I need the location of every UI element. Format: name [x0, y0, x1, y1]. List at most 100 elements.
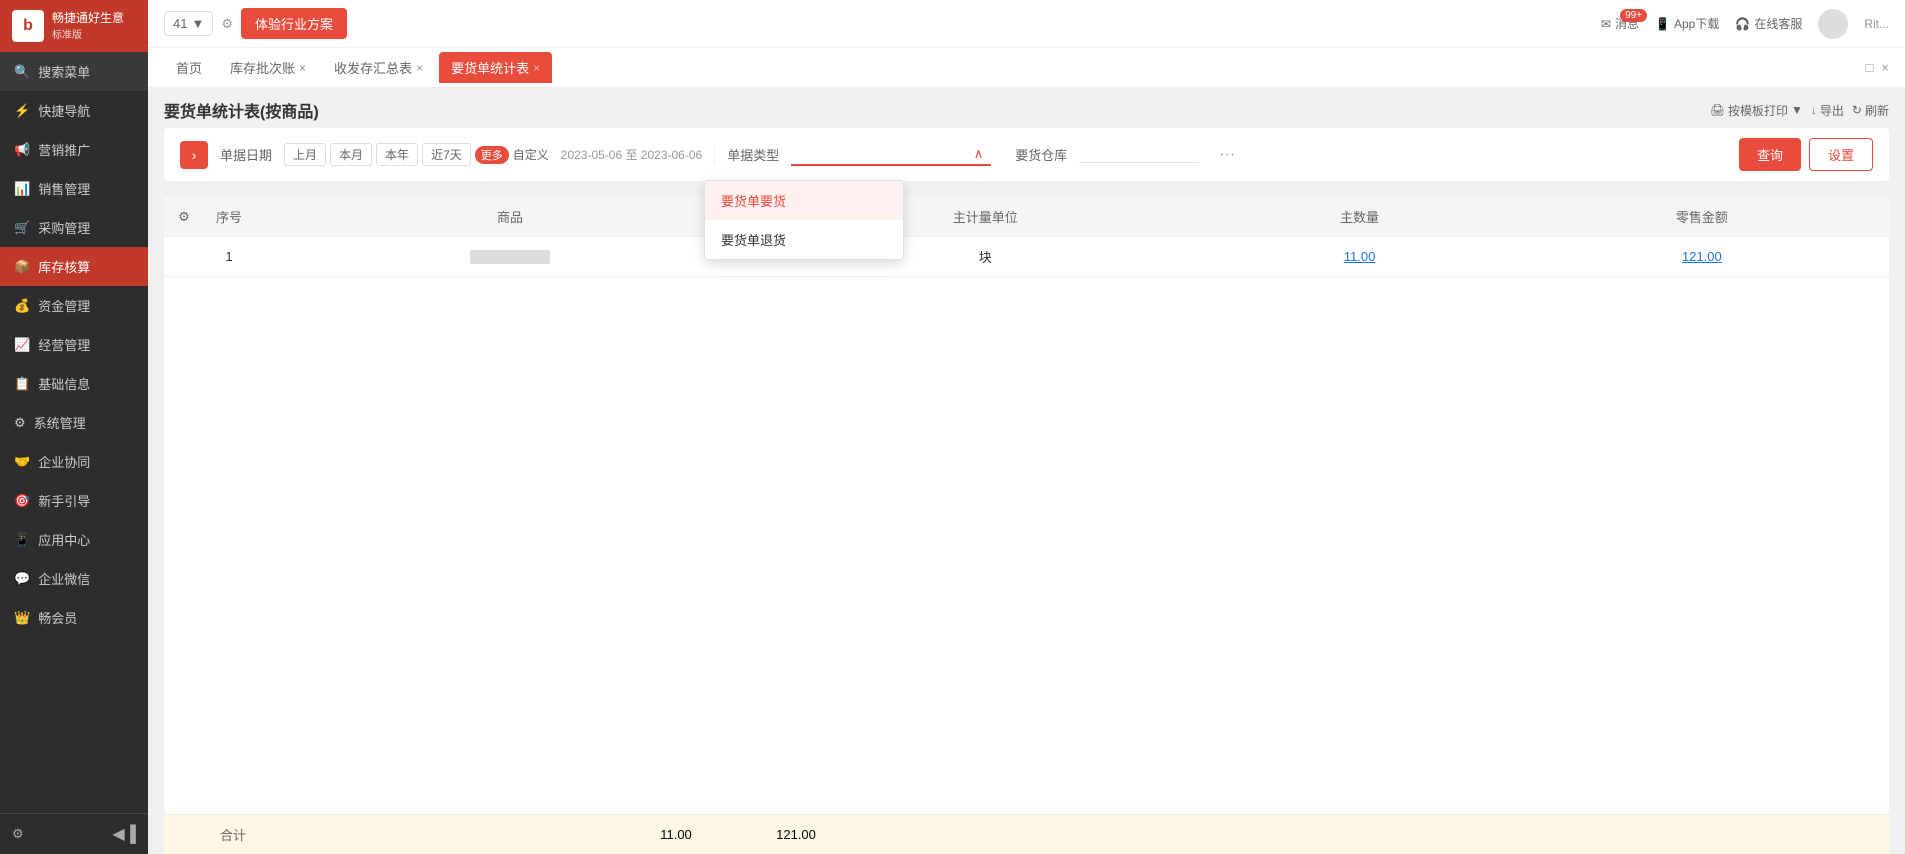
warehouse-filter-input[interactable] — [1079, 147, 1199, 163]
type-chevron-icon: ∧ — [974, 146, 984, 162]
filter-bar: › 单据日期 上月 本月 本年 近7天 更多 自定义 2023-05-06 至 … — [164, 128, 1889, 181]
export-label: 导出 — [1820, 102, 1844, 119]
footer-quantity — [496, 827, 616, 842]
enterprise-wechat-icon: 💬 — [14, 571, 30, 587]
type-filter-dropdown[interactable]: ∧ — [791, 144, 991, 166]
sidebar-item-enterprise-wechat[interactable]: 💬 企业微信 — [0, 559, 148, 598]
sidebar-item-marketing-promo[interactable]: 📢 营销推广 — [0, 130, 148, 169]
industry-solution-button[interactable]: 体验行业方案 — [241, 8, 347, 39]
sidebar-item-label: 资金管理 — [38, 296, 90, 315]
sidebar-item-label: 应用中心 — [38, 530, 90, 549]
window-close-button[interactable]: × — [1881, 60, 1889, 75]
tabs-controls: □ × — [1866, 60, 1889, 75]
sidebar-item-guide[interactable]: 🎯 新手引导 — [0, 481, 148, 520]
online-service-button[interactable]: 🎧 在线客服 — [1735, 15, 1802, 32]
tab-receipt-summary[interactable]: 收发存汇总表 × — [322, 52, 435, 83]
window-minimize-button[interactable]: □ — [1866, 60, 1874, 75]
purchase-icon: 🛒 — [14, 220, 30, 236]
search-icon: 🔍 — [14, 64, 30, 80]
tab-home[interactable]: 首页 — [164, 52, 214, 83]
sidebar-item-purchase[interactable]: 🛒 采购管理 — [0, 208, 148, 247]
tab-order-summary[interactable]: 要货单统计表 × — [439, 52, 552, 83]
sidebar-item-app-center[interactable]: 📱 应用中心 — [0, 520, 148, 559]
settings-icon-topbar[interactable]: ⚙ — [221, 16, 233, 32]
sidebar-footer: ⚙ ◀▐ — [0, 813, 148, 854]
app-download-button[interactable]: 📱 App下载 — [1655, 15, 1719, 32]
sidebar-item-label: 经营管理 — [38, 335, 90, 354]
sidebar-item-membership[interactable]: 👑 畅会员 — [0, 598, 148, 637]
date-custom-button[interactable]: 自定义 — [513, 146, 549, 163]
membership-icon: 👑 — [14, 610, 30, 626]
refresh-icon: ↻ — [1852, 103, 1862, 117]
table-header-row: ⚙ 序号 商品 主计量单位 主数量 零售金额 — [164, 197, 1889, 237]
user-avatar[interactable] — [1818, 9, 1848, 39]
footer-quantity-val: 11.00 — [616, 827, 736, 842]
inventory-icon: 📦 — [14, 259, 30, 275]
type-filter-label: 单据类型 — [727, 145, 779, 164]
cell-num: 1 — [204, 237, 254, 277]
sidebar-item-system[interactable]: ⚙ 系统管理 — [0, 403, 148, 442]
filter-expand-button[interactable]: › — [180, 141, 208, 169]
refresh-button[interactable]: ↻ 刷新 — [1852, 102, 1889, 119]
col-header-quantity: 主数量 — [1204, 197, 1514, 237]
date-btn-last-month[interactable]: 上月 — [284, 143, 326, 166]
cell-settings — [164, 237, 204, 277]
page-title: 要货单统计表(按商品) — [164, 98, 319, 122]
page-header: 要货单统计表(按商品) 🖨 按模板打印 ▼ ↓ 导出 ↻ 刷新 — [148, 88, 1905, 128]
col-header-num: 序号 — [204, 197, 254, 237]
sidebar-item-label: 新手引导 — [38, 491, 90, 510]
settings-icon[interactable]: ⚙ — [12, 826, 24, 842]
date-btn-this-year[interactable]: 本年 — [376, 143, 418, 166]
date-btn-last-7-days[interactable]: 近7天 — [422, 143, 471, 166]
print-template-button[interactable]: 🖨 按模板打印 ▼ — [1710, 102, 1803, 119]
print-chevron-icon: ▼ — [1791, 103, 1803, 117]
more-filters-button[interactable]: ··· — [1219, 146, 1235, 164]
marketing-icon: 📢 — [14, 142, 30, 158]
collapse-sidebar-button[interactable]: ◀▐ — [112, 824, 136, 844]
app-title: 畅捷通好生意 — [52, 11, 124, 27]
dropdown-item-order-purchase[interactable]: 要货单要货 — [705, 181, 903, 220]
online-service-label: 在线客服 — [1754, 15, 1802, 32]
sidebar-item-sales[interactable]: 📊 销售管理 — [0, 169, 148, 208]
sidebar-item-inventory[interactable]: 📦 库存核算 — [0, 247, 148, 286]
sidebar-item-label: 企业微信 — [38, 569, 90, 588]
tab-inventory-batch-close[interactable]: × — [299, 61, 306, 75]
data-table: ⚙ 序号 商品 主计量单位 主数量 零售金额 1 — [164, 197, 1889, 277]
warehouse-filter-label: 要货仓库 — [1015, 145, 1067, 164]
date-more-badge[interactable]: 更多 — [475, 146, 509, 164]
sidebar-item-shortcut[interactable]: ⚡ 快捷导航 — [0, 91, 148, 130]
print-icon: 🖨 — [1710, 103, 1725, 117]
tab-inventory-batch[interactable]: 库存批次账 × — [218, 52, 318, 83]
sidebar: b 畅捷通好生意 标准版 🔍 搜索菜单 ⚡ 快捷导航 📢 营销推广 📊 销售管理… — [0, 0, 148, 854]
app-branding: 畅捷通好生意 标准版 — [52, 11, 124, 42]
date-btn-this-month[interactable]: 本月 — [330, 143, 372, 166]
operations-icon: 📈 — [14, 337, 30, 353]
sidebar-item-label: 基础信息 — [38, 374, 90, 393]
basic-info-icon: 📋 — [14, 376, 30, 392]
export-button[interactable]: ↓ 导出 — [1811, 102, 1844, 119]
dropdown-item-label: 要货单退货 — [721, 233, 786, 248]
tab-order-summary-close[interactable]: × — [533, 61, 540, 75]
tab-home-label: 首页 — [176, 58, 202, 77]
footer-total-label: 合计 — [180, 825, 246, 844]
print-template-label: 按模板打印 — [1728, 102, 1788, 119]
company-select[interactable]: 41 ▼ — [164, 11, 213, 36]
sidebar-item-label: 库存核算 — [38, 257, 90, 276]
footer-values: 11.00 121.00 — [246, 827, 1873, 842]
dropdown-item-order-return[interactable]: 要货单退货 — [705, 220, 903, 259]
col-header-product: 商品 — [254, 197, 766, 237]
app-logo: b — [12, 10, 44, 42]
col-header-settings[interactable]: ⚙ — [164, 197, 204, 237]
sidebar-item-cooperation[interactable]: 🤝 企业协同 — [0, 442, 148, 481]
sidebar-item-basic-info[interactable]: 📋 基础信息 — [0, 364, 148, 403]
filter-settings-button[interactable]: 设置 — [1809, 138, 1873, 171]
query-button[interactable]: 查询 — [1739, 138, 1801, 171]
sidebar-item-finance[interactable]: 💰 资金管理 — [0, 286, 148, 325]
refresh-label: 刷新 — [1865, 102, 1889, 119]
message-button[interactable]: ✉ 消息 99+ — [1601, 15, 1639, 32]
sidebar-item-label: 系统管理 — [34, 413, 86, 432]
sidebar-item-search[interactable]: 🔍 搜索菜单 — [0, 52, 148, 91]
sidebar-item-operations[interactable]: 📈 经营管理 — [0, 325, 148, 364]
tab-receipt-summary-close[interactable]: × — [416, 61, 423, 75]
filter-actions: 查询 设置 — [1739, 138, 1873, 171]
